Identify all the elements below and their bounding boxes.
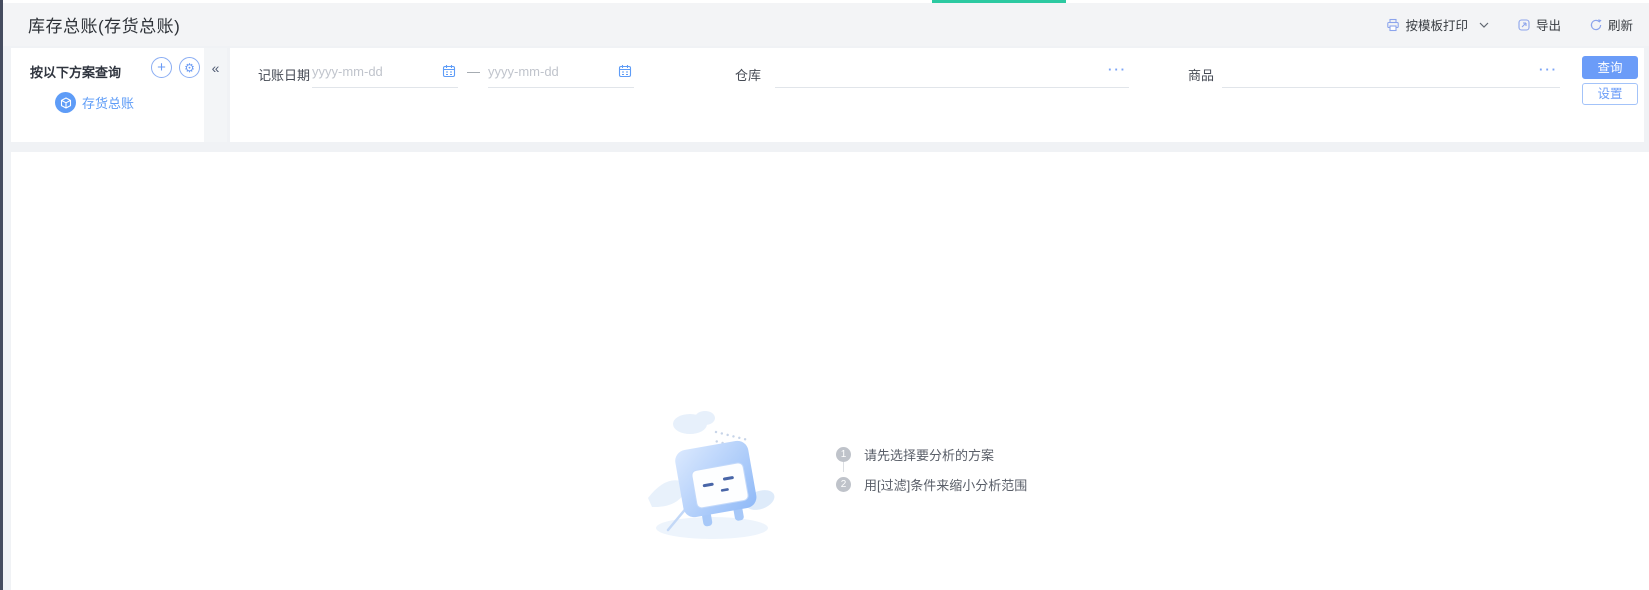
product-field[interactable]: ··· bbox=[1222, 58, 1560, 88]
warehouse-field[interactable]: ··· bbox=[775, 58, 1129, 88]
calendar-icon[interactable] bbox=[442, 64, 456, 83]
posting-date-label: 记账日期 bbox=[258, 68, 311, 83]
gear-icon: ⚙ bbox=[184, 60, 195, 75]
empty-state-illustration bbox=[648, 411, 775, 539]
export-button[interactable]: 导出 bbox=[1517, 15, 1561, 34]
step-2: 2 用[过滤]条件来缩小分析范围 bbox=[836, 475, 1649, 494]
printer-icon bbox=[1387, 18, 1400, 31]
settings-button[interactable]: 设置 bbox=[1582, 83, 1638, 105]
refresh-label: 刷新 bbox=[1607, 19, 1633, 33]
plan-settings-button[interactable]: ⚙ bbox=[179, 57, 200, 78]
calendar-icon[interactable] bbox=[618, 64, 632, 83]
chevron-down-icon[interactable] bbox=[1479, 22, 1489, 28]
refresh-button[interactable]: 刷新 bbox=[1589, 15, 1633, 34]
date-range-separator: — bbox=[467, 64, 480, 79]
step-2-badge: 2 bbox=[836, 477, 851, 492]
toolbar: 按模板打印 导出 刷新 bbox=[1386, 15, 1633, 34]
warehouse-more-icon[interactable]: ··· bbox=[1108, 62, 1127, 77]
plan-item-label: 存货总账 bbox=[82, 96, 135, 111]
sidebar-item-inventory-ledger[interactable]: 存货总账 bbox=[55, 92, 134, 113]
inventory-ledger-page: 库存总账(存货总账) 按模板打印 导出 刷新 按以下方案查询 + ⚙ « 存货总… bbox=[0, 0, 1649, 590]
print-by-template-button[interactable]: 按模板打印 bbox=[1386, 15, 1489, 34]
export-icon bbox=[1518, 18, 1530, 31]
date-to-input[interactable] bbox=[488, 58, 634, 84]
export-label: 导出 bbox=[1535, 19, 1561, 33]
content-panel: 1 请先选择要分析的方案 2 用[过滤]条件来缩小分析范围 bbox=[11, 152, 1649, 590]
collapse-left-icon: « bbox=[211, 60, 220, 76]
warehouse-label: 仓库 bbox=[735, 68, 762, 83]
page-title: 库存总账(存货总账) bbox=[28, 17, 181, 36]
app-frame-edge bbox=[0, 0, 3, 590]
query-button[interactable]: 查询 bbox=[1582, 56, 1638, 79]
date-to-field[interactable] bbox=[488, 58, 634, 88]
query-plan-sidebar: 按以下方案查询 + ⚙ « 存货总账 bbox=[11, 48, 227, 142]
add-plan-button[interactable]: + bbox=[151, 57, 172, 78]
warehouse-input[interactable] bbox=[775, 58, 1129, 84]
date-from-field[interactable] bbox=[312, 58, 458, 88]
product-input[interactable] bbox=[1222, 58, 1560, 84]
step-2-text: 用[过滤]条件来缩小分析范围 bbox=[864, 478, 1028, 493]
step-1-badge: 1 bbox=[836, 447, 851, 462]
step-1: 1 请先选择要分析的方案 bbox=[836, 445, 1649, 464]
refresh-icon bbox=[1590, 18, 1602, 30]
step-connector bbox=[843, 462, 844, 472]
plus-icon: + bbox=[157, 58, 166, 76]
step-1-text: 请先选择要分析的方案 bbox=[864, 448, 995, 463]
empty-state-steps: 1 请先选择要分析的方案 2 用[过滤]条件来缩小分析范围 bbox=[836, 445, 1649, 494]
product-more-icon[interactable]: ··· bbox=[1539, 62, 1558, 77]
sidebar-header: 按以下方案查询 bbox=[30, 65, 122, 80]
top-bar: 库存总账(存货总账) 按模板打印 导出 刷新 bbox=[3, 3, 1649, 46]
date-from-input[interactable] bbox=[312, 58, 458, 84]
product-label: 商品 bbox=[1188, 68, 1215, 83]
print-by-template-label: 按模板打印 bbox=[1405, 19, 1468, 33]
cube-icon bbox=[55, 92, 76, 113]
sidebar-collapse-button[interactable]: « bbox=[204, 48, 227, 142]
filter-bar: 记账日期 — 仓库 bbox=[230, 48, 1644, 142]
